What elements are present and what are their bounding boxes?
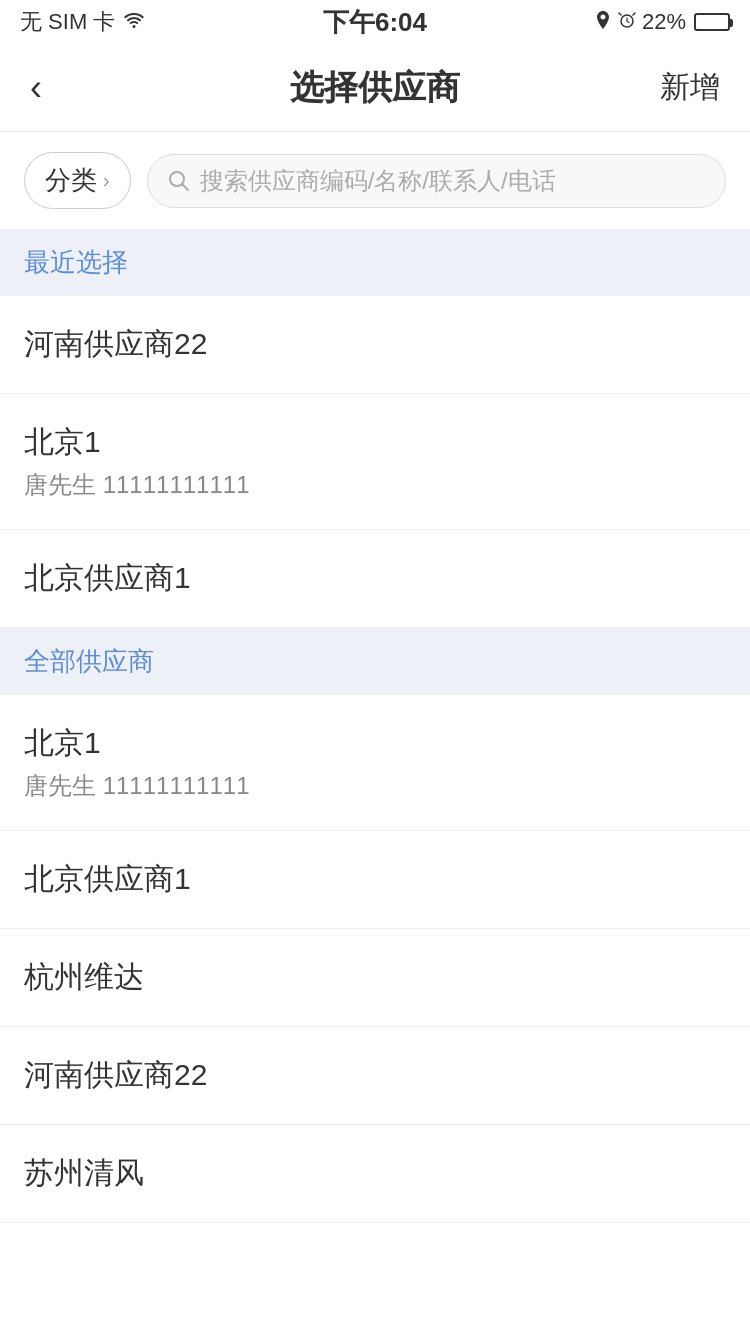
chevron-right-icon: › [103,169,110,192]
all-list-item[interactable]: 北京1 唐先生 11111111111 [0,695,750,831]
all-list-item[interactable]: 苏州清风 [0,1125,750,1223]
recent-list-item[interactable]: 北京1 唐先生 11111111111 [0,394,750,530]
alarm-icon [618,9,636,35]
all-list-item[interactable]: 杭州维达 [0,929,750,1027]
no-sim-label: 无 SIM 卡 [20,7,115,37]
wifi-icon [123,9,145,35]
add-button[interactable]: 新增 [660,67,720,108]
filter-bar: 分类 › 搜索供应商编码/名称/联系人/电话 [0,132,750,229]
all-section-title: 全部供应商 [24,646,154,676]
search-box[interactable]: 搜索供应商编码/名称/联系人/电话 [147,154,726,208]
search-icon [168,170,190,192]
location-icon [594,9,612,35]
svg-line-2 [182,184,188,190]
status-right: 22% [594,9,730,35]
status-bar: 无 SIM 卡 下午6:04 22% [0,0,750,44]
item-name: 北京供应商1 [24,558,726,599]
all-section-header: 全部供应商 [0,628,750,695]
recent-list-item[interactable]: 北京供应商1 [0,530,750,628]
recent-section-header: 最近选择 [0,229,750,296]
item-name: 北京1 [24,723,726,764]
item-name: 杭州维达 [24,957,726,998]
all-items-list: 北京1 唐先生 11111111111 北京供应商1 杭州维达河南供应商22 苏州清风 [0,695,750,1223]
item-name: 北京1 [24,422,726,463]
item-sub: 唐先生 11111111111 [24,469,726,501]
recent-items-list: 河南供应商22 北京1 唐先生 11111111111 北京供应商1 [0,296,750,628]
status-time: 下午6:04 [323,5,427,40]
page-title: 选择供应商 [290,65,460,111]
search-placeholder: 搜索供应商编码/名称/联系人/电话 [200,165,556,197]
item-name: 河南供应商22 [24,324,726,365]
category-button[interactable]: 分类 › [24,152,131,209]
nav-bar: ‹ 选择供应商 新增 [0,44,750,132]
all-list-item[interactable]: 河南供应商22 [0,1027,750,1125]
battery-percent: 22% [642,9,686,35]
item-name: 北京供应商1 [24,859,726,900]
item-name: 河南供应商22 [24,1055,726,1096]
recent-section-title: 最近选择 [24,247,128,277]
battery-icon [694,13,730,31]
item-name: 苏州清风 [24,1153,726,1194]
item-sub: 唐先生 11111111111 [24,770,726,802]
back-button[interactable]: ‹ [30,67,90,109]
all-list-item[interactable]: 北京供应商1 [0,831,750,929]
recent-list-item[interactable]: 河南供应商22 [0,296,750,394]
category-label: 分类 [45,163,97,198]
status-left: 无 SIM 卡 [20,7,145,37]
